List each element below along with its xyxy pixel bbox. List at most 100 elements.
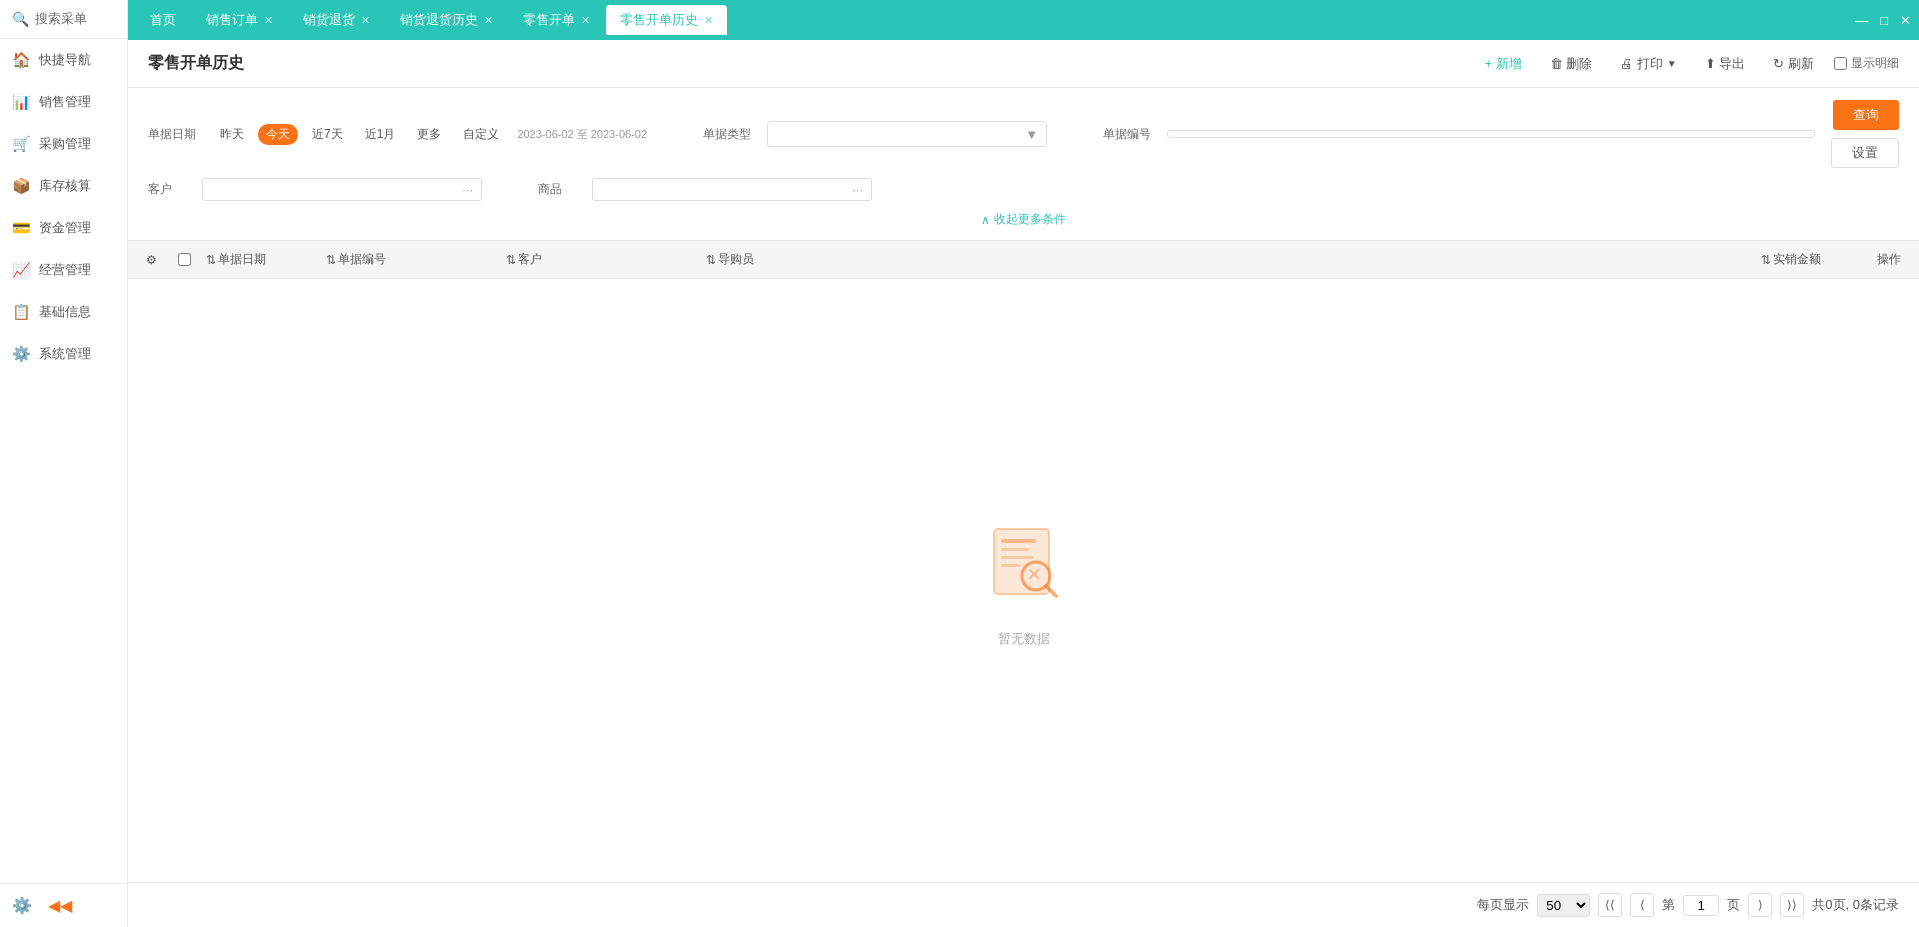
th-number[interactable]: ⇅ 单据编号 (318, 251, 498, 268)
sidebar-search[interactable]: 🔍 搜索采单 (0, 0, 127, 39)
tab-sales-return-history-close[interactable]: ✕ (484, 14, 493, 27)
tab-sales-order-close[interactable]: ✕ (264, 14, 273, 27)
sort-icon-customer: ⇅ (506, 253, 516, 267)
number-filter-input[interactable] (1167, 130, 1815, 138)
type-filter-select[interactable]: ▼ (767, 121, 1047, 147)
display-detail-toggle[interactable]: 显示明细 (1834, 55, 1899, 72)
tab-home[interactable]: 首页 (136, 5, 190, 35)
sidebar-item-basic-info[interactable]: 📋 基础信息 (0, 291, 127, 333)
tab-retail-open[interactable]: 零售开单 ✕ (509, 5, 604, 35)
th-customer[interactable]: ⇅ 客户 (498, 251, 698, 268)
collapse-sidebar-icon[interactable]: ◀◀ (48, 896, 72, 915)
window-min-btn[interactable]: — (1855, 13, 1868, 28)
sidebar-item-purchase-mgmt[interactable]: 🛒 采购管理 (0, 123, 127, 165)
sidebar-item-quick-nav[interactable]: 🏠 快捷导航 (0, 39, 127, 81)
th-guide[interactable]: ⇅ 导购员 (698, 251, 818, 268)
sidebar-item-finance[interactable]: 💳 资金管理 (0, 207, 127, 249)
th-check[interactable] (170, 253, 198, 266)
delete-button[interactable]: 🗑 删除 (1542, 51, 1601, 77)
tab-retail-history[interactable]: 零售开单历史 ✕ (606, 5, 727, 35)
tab-retail-history-label: 零售开单历史 (620, 11, 698, 29)
select-all-checkbox[interactable] (178, 253, 191, 266)
date-btn-yesterday[interactable]: 昨天 (212, 124, 252, 145)
collapse-more-btn[interactable]: ∧ 收起更多条件 (148, 211, 1899, 228)
customer-dots-icon[interactable]: ··· (462, 182, 473, 197)
date-btn-custom[interactable]: 自定义 (455, 124, 507, 145)
sidebar-item-sales-mgmt[interactable]: 📊 销售管理 (0, 81, 127, 123)
type-filter-label: 单据类型 (703, 126, 751, 143)
basic-info-icon: 📋 (12, 303, 31, 321)
btn-group: 查询 设置 (1831, 100, 1899, 168)
settings-gear-icon[interactable]: ⚙️ (12, 896, 32, 915)
sidebar-item-label: 快捷导航 (39, 51, 91, 69)
tab-sales-return-label: 销货退货 (303, 11, 355, 29)
tab-sales-order[interactable]: 销售订单 ✕ (192, 5, 287, 35)
delete-button-label: 🗑 删除 (1550, 55, 1593, 73)
sort-icon-amount: ⇅ (1761, 253, 1771, 267)
page-first-btn[interactable]: ⟨⟨ (1598, 893, 1622, 917)
new-button[interactable]: + 新增 (1476, 51, 1529, 77)
print-button-label: 🖨 打印 (1620, 55, 1663, 73)
tab-sales-order-label: 销售订单 (206, 11, 258, 29)
per-page-label: 每页显示 (1477, 896, 1529, 914)
collapse-arrow-icon: ∧ (981, 213, 990, 227)
tab-sales-return[interactable]: 销货退货 ✕ (289, 5, 384, 35)
page-prev-btn[interactable]: ⟨ (1630, 893, 1654, 917)
export-button-label: ⬆ 导出 (1705, 55, 1746, 73)
sidebar-item-sys-mgmt[interactable]: ⚙️ 系统管理 (0, 333, 127, 375)
empty-state-illustration (974, 514, 1074, 614)
sort-icon-guide: ⇅ (706, 253, 716, 267)
print-dropdown-icon[interactable]: ▼ (1667, 58, 1677, 69)
window-max-btn[interactable]: □ (1880, 13, 1888, 28)
display-detail-checkbox[interactable] (1834, 57, 1847, 70)
sales-icon: 📊 (12, 93, 31, 111)
refresh-button-label: ↻ 刷新 (1773, 55, 1814, 73)
search-icon: 🔍 (12, 11, 29, 27)
page-label: 第 (1662, 896, 1675, 914)
finance-icon: 💳 (12, 219, 31, 237)
refresh-button[interactable]: ↻ 刷新 (1765, 51, 1822, 77)
sidebar-item-label: 库存核算 (39, 177, 91, 195)
svg-rect-1 (1001, 539, 1036, 543)
svg-rect-2 (1001, 548, 1029, 551)
sidebar-item-inventory[interactable]: 📦 库存核算 (0, 165, 127, 207)
customer-filter-input[interactable]: ··· (202, 178, 482, 201)
th-number-label: 单据编号 (338, 251, 386, 268)
date-btn-7days[interactable]: 近7天 (304, 124, 351, 145)
tab-sales-return-history-label: 销货退货历史 (400, 11, 478, 29)
goods-dots-icon[interactable]: ··· (852, 182, 863, 197)
sort-icon-date: ⇅ (206, 253, 216, 267)
tab-retail-history-close[interactable]: ✕ (704, 14, 713, 27)
th-gear[interactable]: ⚙ (138, 253, 170, 267)
date-btn-1month[interactable]: 近1月 (357, 124, 404, 145)
table-area: ⚙ ⇅ 单据日期 ⇅ 单据编号 ⇅ 客户 ⇅ 导购员 (128, 241, 1919, 927)
query-button[interactable]: 查询 (1833, 100, 1899, 130)
page-next-btn[interactable]: ⟩ (1748, 893, 1772, 917)
filter-settings-button[interactable]: 设置 (1831, 138, 1899, 168)
date-btn-today[interactable]: 今天 (258, 124, 298, 145)
page-header: 零售开单历史 + 新增 🗑 删除 🖨 打印 ▼ ⬆ 导出 ↻ 刷新 (128, 40, 1919, 88)
page-last-btn[interactable]: ⟩⟩ (1780, 893, 1804, 917)
tab-sales-return-close[interactable]: ✕ (361, 14, 370, 27)
pagination: 每页显示 50 10 20 100 ⟨⟨ ⟨ 第 页 ⟩ ⟩⟩ 共0页, 0条记… (128, 882, 1919, 927)
page-num-input[interactable] (1683, 895, 1719, 916)
window-close-btn[interactable]: ✕ (1900, 13, 1911, 28)
date-btn-more[interactable]: 更多 (409, 124, 449, 145)
purchase-icon: 🛒 (12, 135, 31, 153)
sidebar-item-operations[interactable]: 📈 经营管理 (0, 249, 127, 291)
goods-filter-input[interactable]: ··· (592, 178, 872, 201)
new-button-label: + 新增 (1484, 55, 1521, 73)
export-button[interactable]: ⬆ 导出 (1697, 51, 1754, 77)
collapse-more-label: 收起更多条件 (994, 211, 1066, 228)
operations-icon: 📈 (12, 261, 31, 279)
per-page-select[interactable]: 50 10 20 100 (1537, 894, 1590, 917)
inventory-icon: 📦 (12, 177, 31, 195)
sidebar-bottom: ⚙️ ◀◀ (0, 883, 127, 927)
sidebar-item-label: 经营管理 (39, 261, 91, 279)
tab-retail-open-close[interactable]: ✕ (581, 14, 590, 27)
th-amount[interactable]: ⇅ 实销金额 (1709, 251, 1829, 268)
th-date[interactable]: ⇅ 单据日期 (198, 251, 318, 268)
tab-sales-return-history[interactable]: 销货退货历史 ✕ (386, 5, 507, 35)
sidebar-search-label: 搜索采单 (35, 10, 87, 28)
print-button[interactable]: 🖨 打印 ▼ (1612, 51, 1685, 77)
